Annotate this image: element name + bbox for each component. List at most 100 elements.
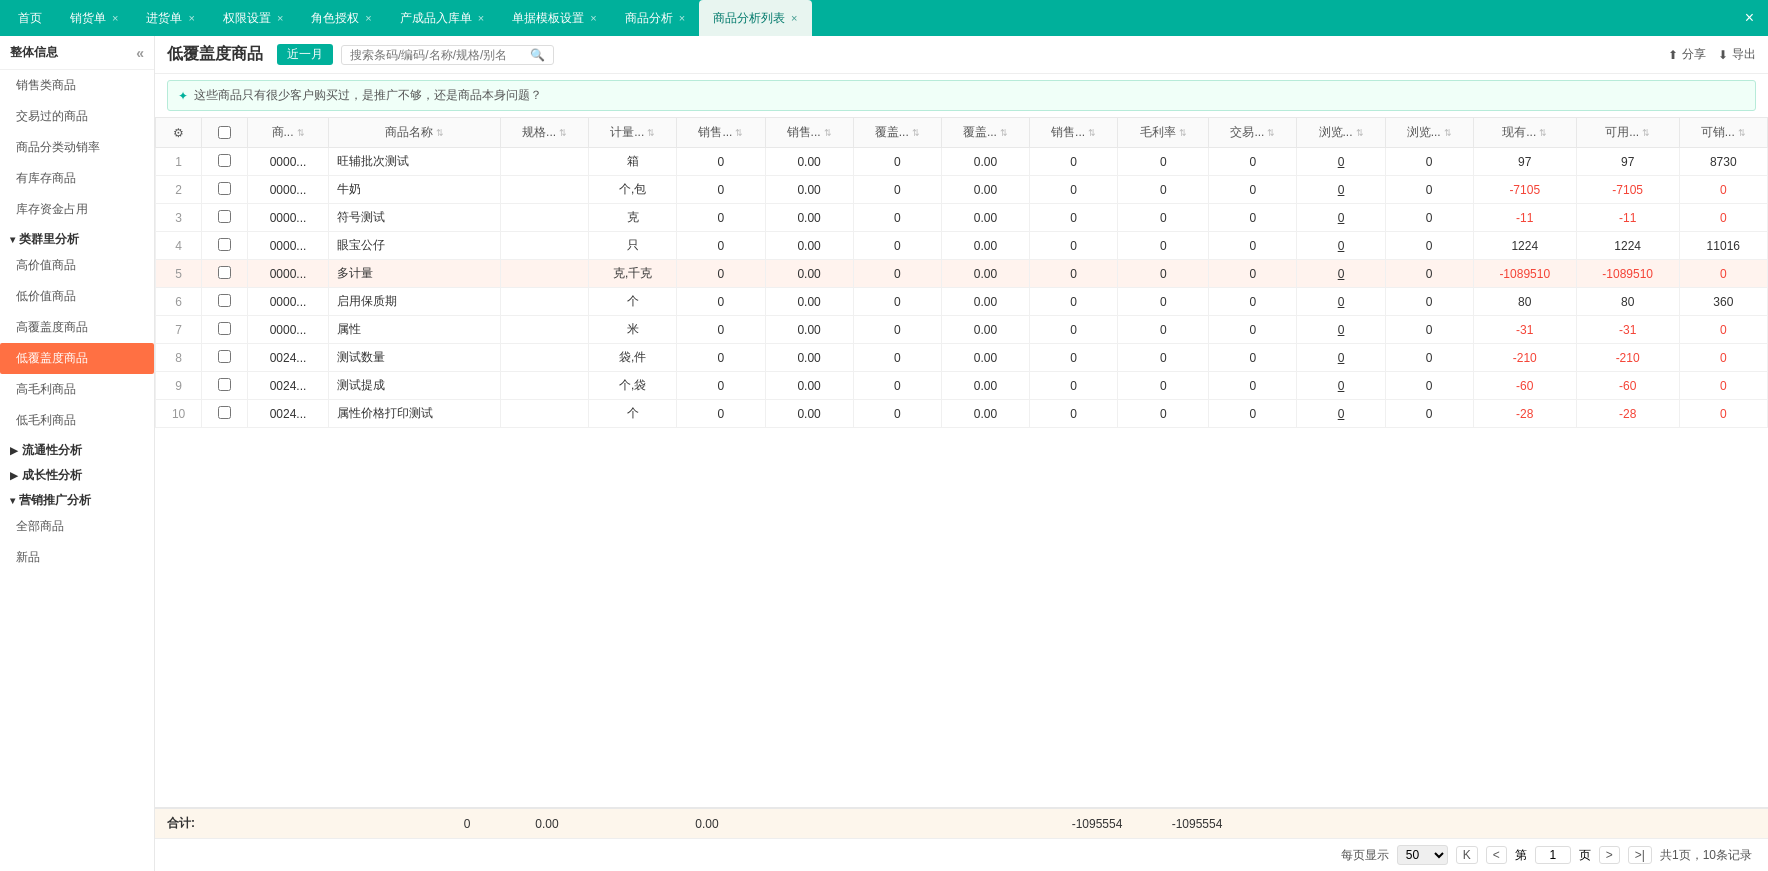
sidebar-item-inventory-capital[interactable]: 库存资金占用	[0, 194, 154, 225]
close-icon[interactable]: ×	[112, 12, 118, 24]
first-page-button[interactable]: K	[1456, 846, 1478, 864]
row-name-cell[interactable]: 测试数量	[329, 344, 501, 372]
prev-page-button[interactable]: <	[1486, 846, 1507, 864]
nav-tab-analysis[interactable]: 商品分析 ×	[611, 0, 699, 36]
row-name-cell[interactable]: 启用保质期	[329, 288, 501, 316]
search-input[interactable]	[350, 48, 530, 62]
row-checkbox[interactable]	[218, 154, 231, 167]
row-browse1-cell[interactable]: 0	[1297, 148, 1385, 176]
row-checkbox-cell[interactable]	[202, 260, 248, 288]
row-name-cell[interactable]: 多计量	[329, 260, 501, 288]
row-checkbox[interactable]	[218, 238, 231, 251]
nav-tab-purchase[interactable]: 进货单 ×	[132, 0, 208, 36]
row-checkbox[interactable]	[218, 294, 231, 307]
col-header-stock2[interactable]: 可用...⇅	[1576, 118, 1679, 148]
row-checkbox-cell[interactable]	[202, 232, 248, 260]
page-size-select[interactable]: 50 100 200	[1397, 845, 1448, 865]
close-icon[interactable]: ×	[791, 12, 797, 24]
sidebar-item-category-turnover[interactable]: 商品分类动销率	[0, 132, 154, 163]
nav-tab-home[interactable]: 首页	[4, 0, 56, 36]
row-checkbox-cell[interactable]	[202, 344, 248, 372]
col-header-margin[interactable]: 毛利率⇅	[1118, 118, 1209, 148]
row-name-cell[interactable]: 属性	[329, 316, 501, 344]
time-filter-button[interactable]: 近一月	[277, 44, 333, 65]
row-name-cell[interactable]: 测试提成	[329, 372, 501, 400]
row-checkbox[interactable]	[218, 350, 231, 363]
share-button[interactable]: ⬆ 分享	[1668, 46, 1706, 63]
sidebar-item-all-goods[interactable]: 全部商品	[0, 511, 154, 542]
sidebar-section-marketing[interactable]: ▾ 营销推广分析	[0, 486, 154, 511]
sidebar-section-growth[interactable]: ▶ 成长性分析	[0, 461, 154, 486]
row-browse1-cell[interactable]: 0	[1297, 260, 1385, 288]
window-close-button[interactable]: ×	[1735, 9, 1764, 27]
sidebar-section-circulation[interactable]: ▶ 流通性分析	[0, 436, 154, 461]
col-header-unit[interactable]: 计量...⇅	[589, 118, 677, 148]
col-header-name[interactable]: 商品名称⇅	[329, 118, 501, 148]
sidebar-item-stock-goods[interactable]: 有库存商品	[0, 163, 154, 194]
row-browse1-cell[interactable]: 0	[1297, 400, 1385, 428]
select-all-checkbox[interactable]	[218, 126, 231, 139]
nav-tab-sales[interactable]: 销货单 ×	[56, 0, 132, 36]
col-header-sales3[interactable]: 销售...⇅	[1029, 118, 1117, 148]
next-page-button[interactable]: >	[1599, 846, 1620, 864]
row-checkbox-cell[interactable]	[202, 400, 248, 428]
nav-tab-role[interactable]: 角色授权 ×	[297, 0, 385, 36]
row-browse1-cell[interactable]: 0	[1297, 316, 1385, 344]
page-number-input[interactable]	[1535, 846, 1571, 864]
row-name-cell[interactable]: 符号测试	[329, 204, 501, 232]
col-header-code[interactable]: 商...⇅	[247, 118, 329, 148]
col-header-stock1[interactable]: 现有...⇅	[1473, 118, 1576, 148]
close-icon[interactable]: ×	[188, 12, 194, 24]
row-checkbox-cell[interactable]	[202, 148, 248, 176]
row-checkbox[interactable]	[218, 182, 231, 195]
row-name-cell[interactable]: 旺辅批次测试	[329, 148, 501, 176]
row-browse1-cell[interactable]: 0	[1297, 344, 1385, 372]
col-header-spec[interactable]: 规格...⇅	[501, 118, 589, 148]
sidebar-item-high-margin[interactable]: 高毛利商品	[0, 374, 154, 405]
sidebar-item-low-value[interactable]: 低价值商品	[0, 281, 154, 312]
close-icon[interactable]: ×	[590, 12, 596, 24]
row-browse1-cell[interactable]: 0	[1297, 372, 1385, 400]
sidebar-item-low-coverage[interactable]: 低覆盖度商品	[0, 343, 154, 374]
row-name-cell[interactable]: 眼宝公仔	[329, 232, 501, 260]
close-icon[interactable]: ×	[478, 12, 484, 24]
row-checkbox[interactable]	[218, 210, 231, 223]
export-button[interactable]: ⬇ 导出	[1718, 46, 1756, 63]
row-checkbox-cell[interactable]	[202, 204, 248, 232]
close-icon[interactable]: ×	[679, 12, 685, 24]
col-header-coverage1[interactable]: 覆盖...⇅	[853, 118, 941, 148]
row-checkbox[interactable]	[218, 266, 231, 279]
row-name-cell[interactable]: 属性价格打印测试	[329, 400, 501, 428]
search-icon[interactable]: 🔍	[530, 48, 545, 62]
row-checkbox-cell[interactable]	[202, 176, 248, 204]
close-icon[interactable]: ×	[365, 12, 371, 24]
nav-tab-permissions[interactable]: 权限设置 ×	[209, 0, 297, 36]
sidebar-item-new-goods[interactable]: 新品	[0, 542, 154, 573]
col-header-coverage2[interactable]: 覆盖...⇅	[941, 118, 1029, 148]
col-header-sales1[interactable]: 销售...⇅	[677, 118, 765, 148]
row-checkbox[interactable]	[218, 406, 231, 419]
row-browse1-cell[interactable]: 0	[1297, 232, 1385, 260]
col-header-stock3[interactable]: 可销...⇅	[1679, 118, 1767, 148]
row-checkbox[interactable]	[218, 322, 231, 335]
row-browse1-cell[interactable]: 0	[1297, 288, 1385, 316]
sidebar-item-high-coverage[interactable]: 高覆盖度商品	[0, 312, 154, 343]
row-checkbox[interactable]	[218, 378, 231, 391]
nav-tab-template[interactable]: 单据模板设置 ×	[498, 0, 610, 36]
sidebar-item-traded-goods[interactable]: 交易过的商品	[0, 101, 154, 132]
sidebar-section-cluster[interactable]: ▾ 类群里分析	[0, 225, 154, 250]
nav-tab-analysis-list[interactable]: 商品分析列表 ×	[699, 0, 811, 36]
row-browse1-cell[interactable]: 0	[1297, 176, 1385, 204]
row-browse1-cell[interactable]: 0	[1297, 204, 1385, 232]
row-checkbox-cell[interactable]	[202, 316, 248, 344]
sidebar-item-sales-goods[interactable]: 销售类商品	[0, 70, 154, 101]
col-header-browse1[interactable]: 浏览...⇅	[1297, 118, 1385, 148]
nav-tab-product-entry[interactable]: 产成品入库单 ×	[386, 0, 498, 36]
close-icon[interactable]: ×	[277, 12, 283, 24]
last-page-button[interactable]: >|	[1628, 846, 1652, 864]
sidebar-item-low-margin[interactable]: 低毛利商品	[0, 405, 154, 436]
col-header-sales2[interactable]: 销售...⇅	[765, 118, 853, 148]
col-header-browse2[interactable]: 浏览...⇅	[1385, 118, 1473, 148]
col-header-transaction[interactable]: 交易...⇅	[1209, 118, 1297, 148]
sidebar-item-high-value[interactable]: 高价值商品	[0, 250, 154, 281]
